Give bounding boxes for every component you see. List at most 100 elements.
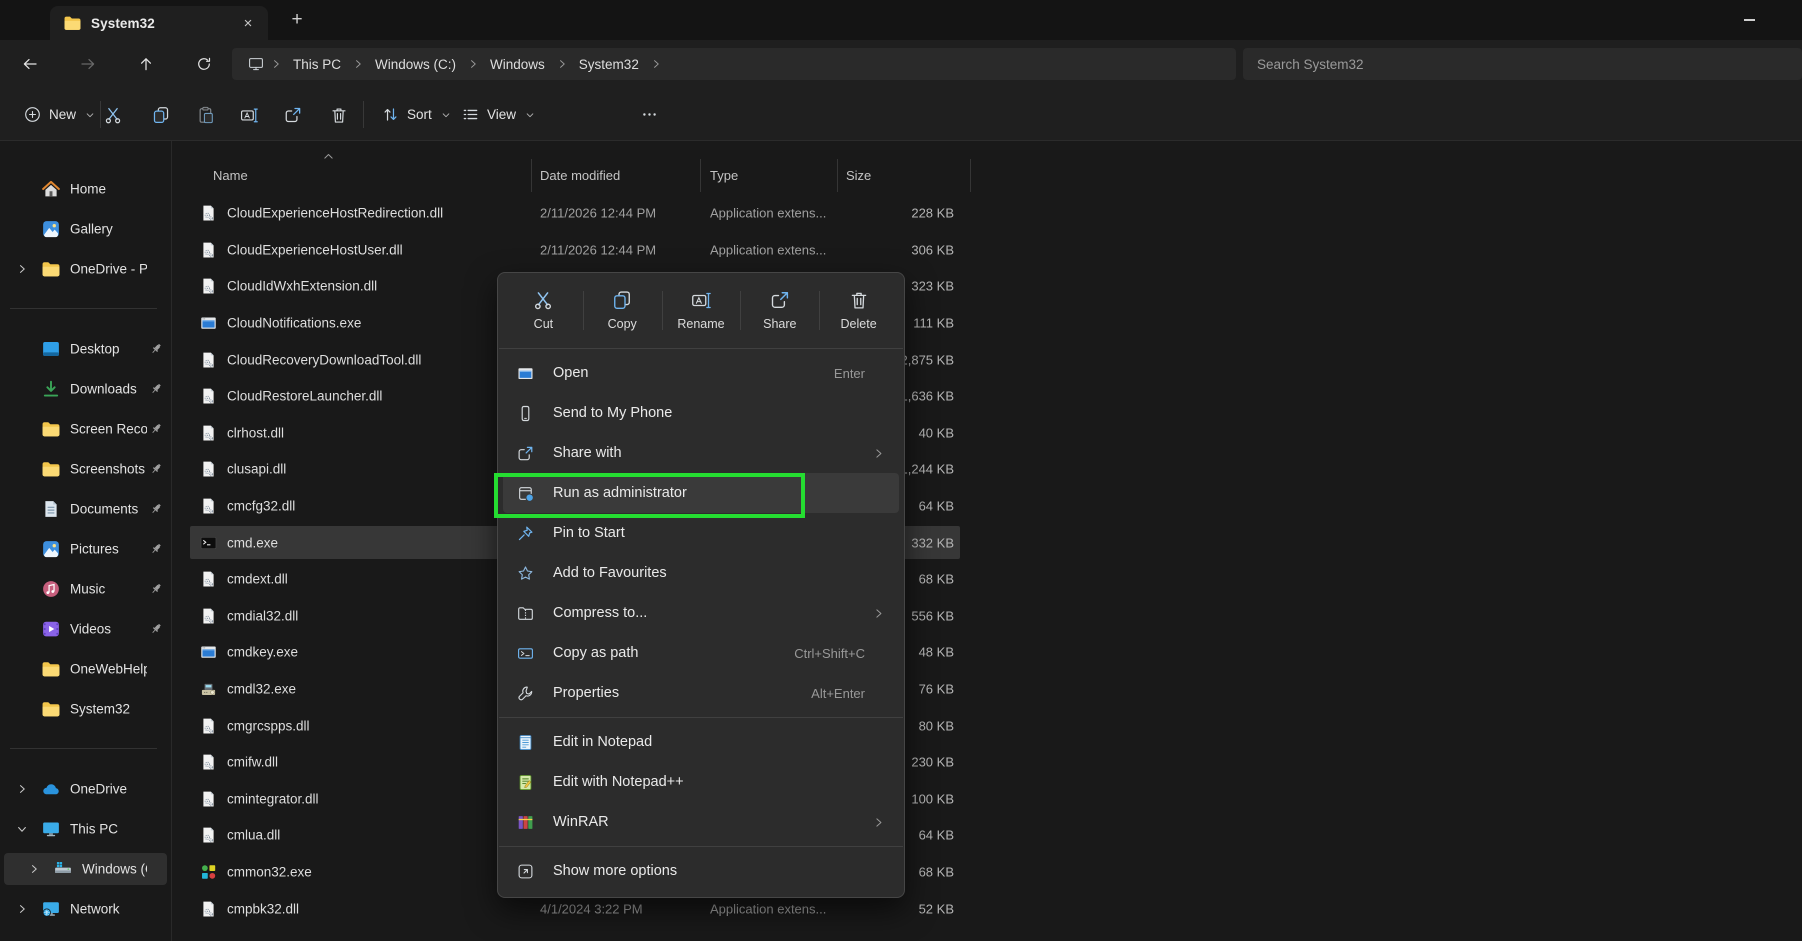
column-header-size[interactable]: Size [846,168,871,183]
phone-legacy-icon [200,681,217,698]
sort-button[interactable]: Sort [372,98,462,131]
menu-item-send-to-my-phone[interactable]: Send to My Phone [503,393,899,433]
sidebar-item-label: This PC [70,822,147,837]
dll-icon [200,717,217,734]
copy-button[interactable] [141,98,181,131]
more-options-button[interactable] [630,98,668,131]
chevron-right-icon[interactable] [16,263,28,275]
dll-icon [200,205,217,222]
tab-close-button[interactable]: × [236,11,260,35]
column-header-name[interactable]: Name [213,168,248,183]
menu-item-label: Edit in Notepad [553,734,652,750]
file-size: 323 KB [911,279,954,294]
refresh-button[interactable] [188,48,220,80]
menu-item-add-to-favourites[interactable]: Add to Favourites [503,553,899,593]
column-header-type[interactable]: Type [710,168,738,183]
menu-divider [499,348,903,349]
file-size: 68 KB [919,864,954,879]
downloads-icon [42,380,60,398]
menu-item-label: WinRAR [553,814,609,830]
tab-title: System32 [91,16,155,31]
titlebar: System32 × + [0,0,1802,40]
file-date-modified: 4/1/2024 3:22 PM [540,901,643,916]
chevron-right-icon [650,58,662,70]
thispc-icon [42,820,60,838]
menu-item-shortcut: Ctrl+Shift+C [794,646,865,661]
quick-action-label: Cut [534,317,553,331]
sort-button-label: Sort [407,107,432,122]
tab-system32[interactable]: System32 × [50,6,268,40]
file-row-cloudexperiencehostuser-dll[interactable]: CloudExperienceHostUser.dll2/11/2026 12:… [190,232,960,269]
cut-icon [104,106,122,124]
file-name: CloudRestoreLauncher.dll [227,389,382,404]
rename-button[interactable] [229,98,269,131]
cut-button[interactable] [93,98,133,131]
breadcrumb-item-system32[interactable]: System32 [570,54,648,75]
menu-item-pin-to-start[interactable]: Pin to Start [503,513,899,553]
forward-button[interactable] [72,48,104,80]
file-name: cmmon32.exe [227,864,312,879]
quick-action-delete[interactable]: Delete [819,281,898,340]
column-separator[interactable] [970,159,971,192]
file-size: 1,244 KB [901,462,955,477]
chevron-right-icon[interactable] [16,903,28,915]
quick-action-label: Delete [841,317,877,331]
dll-icon [200,790,217,807]
star-icon [517,565,534,582]
folder-icon [42,460,60,478]
up-button[interactable] [130,48,162,80]
breadcrumb-item-this-pc[interactable]: This PC [284,54,350,75]
menu-item-share-with[interactable]: Share with [503,433,899,473]
paste-button[interactable] [186,98,226,131]
chevron-right-icon[interactable] [16,783,28,795]
view-button[interactable]: View [452,98,546,131]
delete-button[interactable] [319,98,359,131]
folder-icon [64,16,81,30]
menu-item-label: Pin to Start [553,525,625,541]
file-name: CloudExperienceHostUser.dll [227,242,403,257]
search-input[interactable]: Search System32 [1243,48,1802,80]
menu-item-edit-with-notepad[interactable]: Edit with Notepad++ [503,762,899,802]
quick-action-cut[interactable]: Cut [504,281,583,340]
search-placeholder: Search System32 [1257,57,1364,72]
menu-item-open[interactable]: OpenEnter [503,353,899,393]
breadcrumb-item-windows-c[interactable]: Windows (C:) [366,54,465,75]
new-tab-button[interactable]: + [284,7,310,33]
column-separator[interactable] [700,159,701,192]
quick-action-share[interactable]: Share [740,281,819,340]
file-name: cmdl32.exe [227,682,296,697]
menu-item-copy-as-path[interactable]: Copy as pathCtrl+Shift+C [503,633,899,673]
pin-icon [149,622,163,636]
show-more-icon [517,863,534,880]
quick-action-rename[interactable]: Rename [662,281,741,340]
menu-item-compress-to[interactable]: Compress to... [503,593,899,633]
column-separator[interactable] [837,159,838,192]
file-row-cloudexperiencehostredirection-dll[interactable]: CloudExperienceHostRedirection.dll2/11/2… [190,195,960,232]
menu-item-show-more-options[interactable]: Show more options [503,851,899,891]
quick-action-copy[interactable]: Copy [583,281,662,340]
folder-icon [42,700,60,718]
chevron-right-icon[interactable] [28,863,40,875]
minimize-button[interactable] [1744,19,1755,21]
breadcrumb-item-windows[interactable]: Windows [481,54,554,75]
menu-item-properties[interactable]: PropertiesAlt+Enter [503,673,899,713]
file-size: 228 KB [911,206,954,221]
share-button[interactable] [273,98,313,131]
address-bar[interactable]: This PC Windows (C:) Windows System32 [232,48,1236,80]
dll-icon [200,900,217,917]
file-date-modified: 2/11/2026 12:44 PM [540,206,656,221]
sidebar-item-label: System32 [70,702,147,717]
dll-icon [200,388,217,405]
chevron-right-icon [872,816,885,829]
column-separator[interactable] [531,159,532,192]
column-header-date-modified[interactable]: Date modified [540,168,620,183]
pin-icon [149,342,163,356]
back-button[interactable] [14,48,46,80]
menu-item-winrar[interactable]: WinRAR [503,802,899,842]
menu-item-edit-in-notepad[interactable]: Edit in Notepad [503,722,899,762]
file-name: cmintegrator.dll [227,791,319,806]
copy-icon [612,290,632,310]
file-name: cmifw.dll [227,755,278,770]
chevron-down-icon[interactable] [16,823,28,835]
menu-item-label: Send to My Phone [553,405,672,421]
